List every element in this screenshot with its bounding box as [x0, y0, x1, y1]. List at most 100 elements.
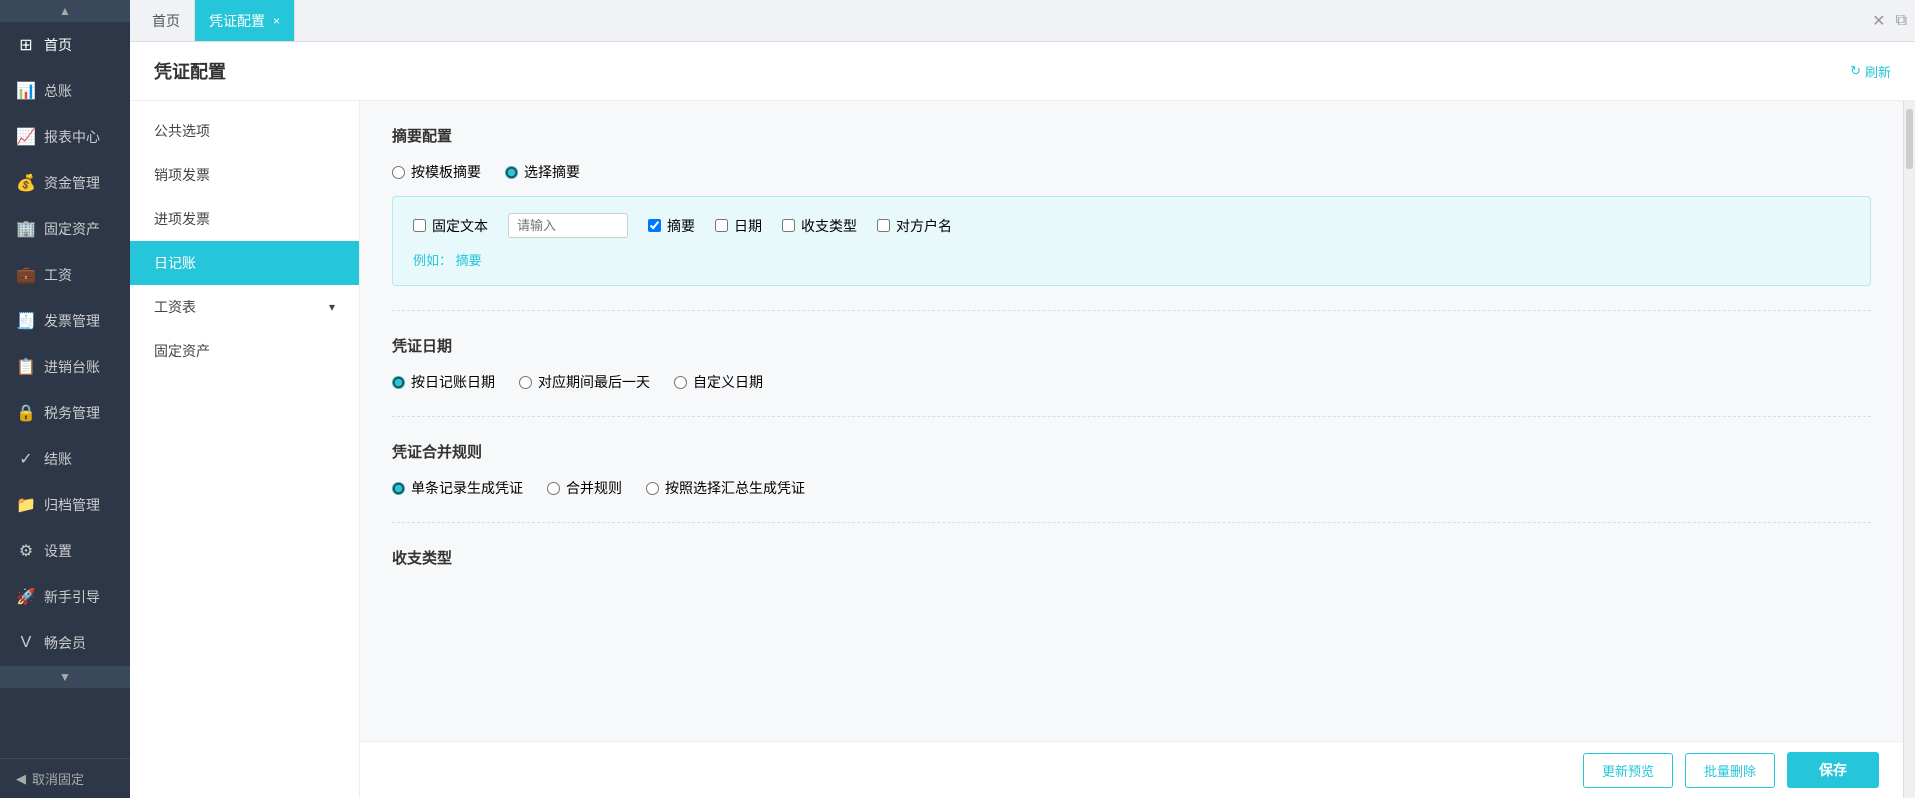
scrollbar-thumb — [1906, 109, 1913, 169]
radio-journal-date-input[interactable] — [392, 376, 405, 389]
voucher-date-title: 凭证日期 — [392, 335, 1871, 356]
divider-2 — [392, 416, 1871, 417]
example-text: 例如： 摘要 — [413, 250, 1850, 269]
purchase-sales-icon: 📋 — [16, 357, 36, 377]
income-type-section: 收支类型 — [392, 547, 1871, 568]
checkbox-row: 固定文本 摘要 日期 — [413, 213, 1850, 238]
tab-home[interactable]: 首页 — [138, 0, 195, 41]
vip-icon: V — [16, 634, 36, 652]
sidebar-item-payroll[interactable]: 💼 工资 — [0, 252, 130, 298]
tab-bar-actions: ✕ ⧉ — [1872, 11, 1907, 31]
radio-single-input[interactable] — [392, 482, 405, 495]
sidebar-item-tax-mgmt[interactable]: 🔒 税务管理 — [0, 390, 130, 436]
sidebar-scroll-up[interactable]: ▲ — [0, 0, 130, 22]
settings-icon: ⚙ — [16, 541, 36, 561]
sidebar-item-guide[interactable]: 🚀 新手引导 — [0, 574, 130, 620]
sidebar-item-vip[interactable]: V 畅会员 — [0, 620, 130, 666]
nav-purchase-invoice[interactable]: 进项发票 — [130, 197, 359, 241]
window-restore-icon[interactable]: ⧉ — [1896, 12, 1907, 30]
main-area: 首页 凭证配置 × ✕ ⧉ 凭证配置 ↻ 刷新 公共选项 — [130, 0, 1915, 798]
sidebar-item-closing[interactable]: ✓ 结账 — [0, 436, 130, 482]
tax-icon: 🔒 — [16, 403, 36, 423]
fixed-text-input[interactable] — [508, 213, 628, 238]
nav-payroll-table[interactable]: 工资表 ▾ — [130, 285, 359, 329]
sidebar-cancel-fixed[interactable]: ◀ 取消固定 — [0, 758, 130, 798]
window-close-icon[interactable]: ✕ — [1872, 11, 1885, 31]
sidebar-item-purchase-sales[interactable]: 📋 进销台账 — [0, 344, 130, 390]
checkbox-counterparty-input[interactable] — [877, 219, 890, 232]
closing-icon: ✓ — [16, 449, 36, 469]
ledger-icon: 📊 — [16, 81, 36, 101]
nav-public[interactable]: 公共选项 — [130, 109, 359, 153]
sidebar-item-funds[interactable]: 💰 资金管理 — [0, 160, 130, 206]
checkbox-summary-input[interactable] — [648, 219, 661, 232]
radio-select-summary[interactable]: 选择摘要 — [505, 162, 580, 182]
checkbox-income-type-input[interactable] — [782, 219, 795, 232]
guide-icon: 🚀 — [16, 587, 36, 607]
save-button[interactable]: 保存 — [1787, 752, 1879, 788]
divider-3 — [392, 522, 1871, 523]
page-title: 凭证配置 — [154, 58, 226, 84]
nav-fixed-assets[interactable]: 固定资产 — [130, 329, 359, 373]
radio-select-input[interactable] — [505, 166, 518, 179]
radio-template-summary[interactable]: 按模板摘要 — [392, 162, 481, 182]
radio-merge-rules[interactable]: 合并规则 — [547, 478, 622, 498]
summary-config-title: 摘要配置 — [392, 125, 1871, 146]
checkbox-fixed-text[interactable]: 固定文本 — [413, 216, 488, 236]
divider-1 — [392, 310, 1871, 311]
outer-scrollbar[interactable] — [1903, 101, 1915, 798]
archive-icon: 📁 — [16, 495, 36, 515]
voucher-date-section: 凭证日期 按日记账日期 对应期间最后一天 自定义日期 — [392, 335, 1871, 392]
income-type-title: 收支类型 — [392, 547, 1871, 568]
bottom-action-bar: 更新预览 批量删除 保存 — [360, 741, 1903, 798]
refresh-button[interactable]: ↻ 刷新 — [1850, 62, 1891, 81]
radio-single-record[interactable]: 单条记录生成凭证 — [392, 478, 523, 498]
update-preview-button[interactable]: 更新预览 — [1583, 753, 1673, 788]
sidebar-item-ledger[interactable]: 📊 总账 — [0, 68, 130, 114]
radio-merge-input[interactable] — [547, 482, 560, 495]
checkbox-fixed-text-input[interactable] — [413, 219, 426, 232]
funds-icon: 💰 — [16, 173, 36, 193]
radio-journal-date[interactable]: 按日记账日期 — [392, 372, 495, 392]
right-content: 摘要配置 按模板摘要 选择摘要 — [360, 101, 1903, 798]
nav-journal[interactable]: 日记账 — [130, 241, 359, 285]
sidebar-item-reports[interactable]: 📈 报表中心 — [0, 114, 130, 160]
sidebar-item-invoice-mgmt[interactable]: 🧾 发票管理 — [0, 298, 130, 344]
page-header: 凭证配置 ↻ 刷新 — [130, 42, 1915, 101]
checkbox-income-type[interactable]: 收支类型 — [782, 216, 857, 236]
sidebar-item-settings[interactable]: ⚙ 设置 — [0, 528, 130, 574]
radio-custom-date-input[interactable] — [674, 376, 687, 389]
content-layout: 公共选项 销项发票 进项发票 日记账 工资表 ▾ 固定资产 — [130, 101, 1915, 798]
pin-icon: ◀ — [16, 771, 26, 787]
voucher-merge-section: 凭证合并规则 单条记录生成凭证 合并规则 按照选择汇总生成凭证 — [392, 441, 1871, 498]
sidebar: ▲ ⊞ 首页 📊 总账 📈 报表中心 💰 资金管理 🏢 固定资产 💼 工资 🧾 … — [0, 0, 130, 798]
summary-config-section: 摘要配置 按模板摘要 选择摘要 — [392, 125, 1871, 286]
refresh-icon: ↻ — [1850, 63, 1861, 79]
invoice-icon: 🧾 — [16, 311, 36, 331]
tab-bar: 首页 凭证配置 × ✕ ⧉ — [130, 0, 1915, 42]
sidebar-item-fixed-assets[interactable]: 🏢 固定资产 — [0, 206, 130, 252]
reports-icon: 📈 — [16, 127, 36, 147]
radio-template-input[interactable] — [392, 166, 405, 179]
checkbox-counterparty[interactable]: 对方户名 — [877, 216, 952, 236]
home-icon: ⊞ — [16, 35, 36, 55]
sidebar-scroll-down[interactable]: ▼ — [0, 666, 130, 688]
tab-voucher-config[interactable]: 凭证配置 × — [195, 0, 295, 41]
tab-close-icon[interactable]: × — [273, 14, 280, 28]
radio-last-day[interactable]: 对应期间最后一天 — [519, 372, 650, 392]
chevron-down-icon: ▾ — [329, 300, 335, 314]
checkbox-date[interactable]: 日期 — [715, 216, 762, 236]
fixed-assets-icon: 🏢 — [16, 219, 36, 239]
payroll-icon: 💼 — [16, 265, 36, 285]
radio-last-day-input[interactable] — [519, 376, 532, 389]
checkbox-summary[interactable]: 摘要 — [648, 216, 695, 236]
left-nav: 公共选项 销项发票 进项发票 日记账 工资表 ▾ 固定资产 — [130, 101, 360, 798]
sidebar-item-archive[interactable]: 📁 归档管理 — [0, 482, 130, 528]
batch-delete-button[interactable]: 批量删除 — [1685, 753, 1775, 788]
checkbox-date-input[interactable] — [715, 219, 728, 232]
radio-custom-date[interactable]: 自定义日期 — [674, 372, 763, 392]
radio-select-summary-generate[interactable]: 按照选择汇总生成凭证 — [646, 478, 805, 498]
radio-select-summary-input[interactable] — [646, 482, 659, 495]
nav-sales-invoice[interactable]: 销项发票 — [130, 153, 359, 197]
sidebar-item-home[interactable]: ⊞ 首页 — [0, 22, 130, 68]
